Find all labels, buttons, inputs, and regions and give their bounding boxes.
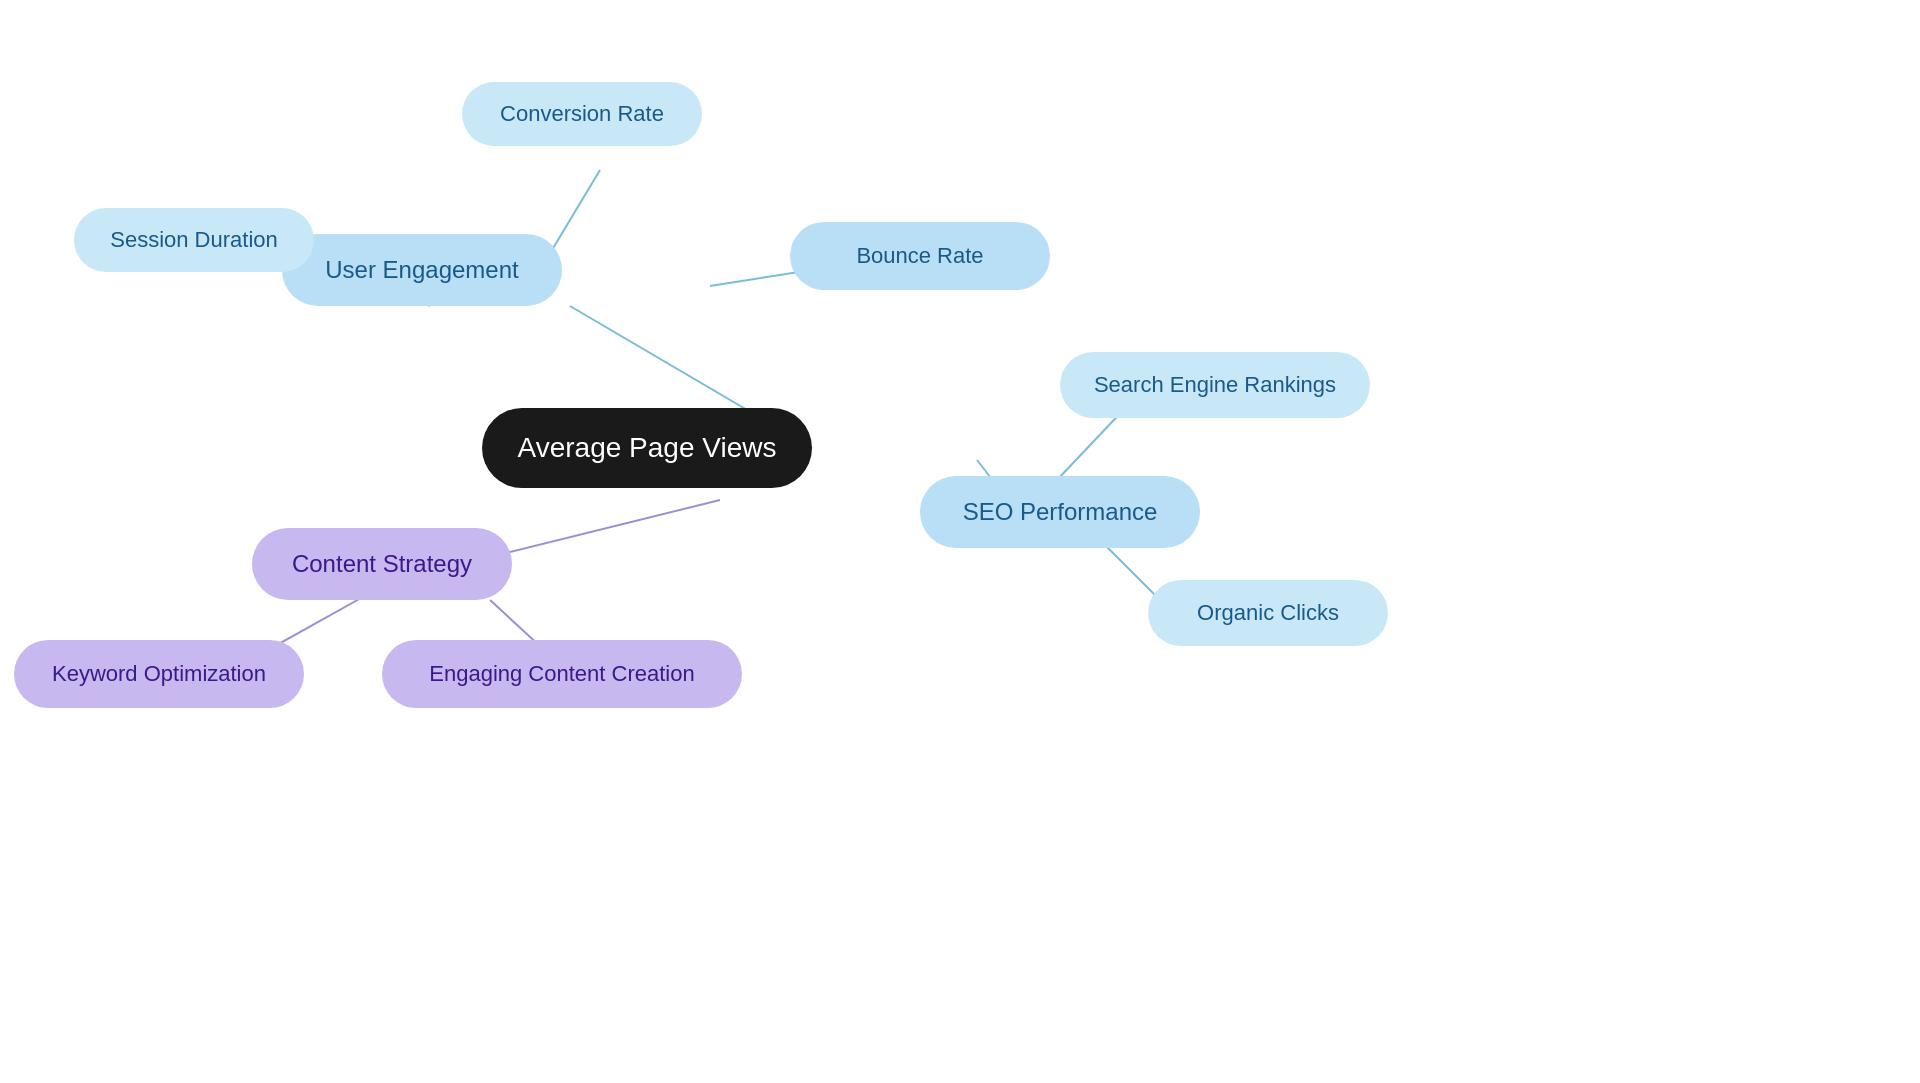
seo-performance-node: SEO Performance — [920, 476, 1200, 548]
content-strategy-label: Content Strategy — [292, 550, 472, 578]
user-engagement-label: User Engagement — [325, 256, 518, 284]
keyword-optimization-node: Keyword Optimization — [14, 640, 304, 708]
svg-line-4 — [490, 500, 720, 557]
svg-line-9 — [1100, 540, 1160, 600]
search-engine-rankings-label: Search Engine Rankings — [1094, 372, 1336, 398]
organic-clicks-label: Organic Clicks — [1197, 600, 1339, 626]
search-engine-rankings-node: Search Engine Rankings — [1060, 352, 1370, 418]
engaging-content-node: Engaging Content Creation — [382, 640, 742, 708]
user-engagement-node: User Engagement — [282, 234, 562, 306]
center-node-label: Average Page Views — [518, 432, 777, 464]
bounce-rate-label: Bounce Rate — [856, 243, 983, 269]
session-duration-label: Session Duration — [110, 227, 278, 253]
session-duration-node: Session Duration — [74, 208, 314, 272]
conversion-rate-node: Conversion Rate — [462, 82, 702, 146]
keyword-optimization-label: Keyword Optimization — [52, 661, 266, 687]
conversion-rate-label: Conversion Rate — [500, 101, 664, 127]
center-node: Average Page Views — [482, 408, 812, 488]
engaging-content-label: Engaging Content Creation — [429, 661, 694, 687]
organic-clicks-node: Organic Clicks — [1148, 580, 1388, 646]
content-strategy-node: Content Strategy — [252, 528, 512, 600]
bounce-rate-node: Bounce Rate — [790, 222, 1050, 290]
seo-performance-label: SEO Performance — [963, 498, 1158, 526]
